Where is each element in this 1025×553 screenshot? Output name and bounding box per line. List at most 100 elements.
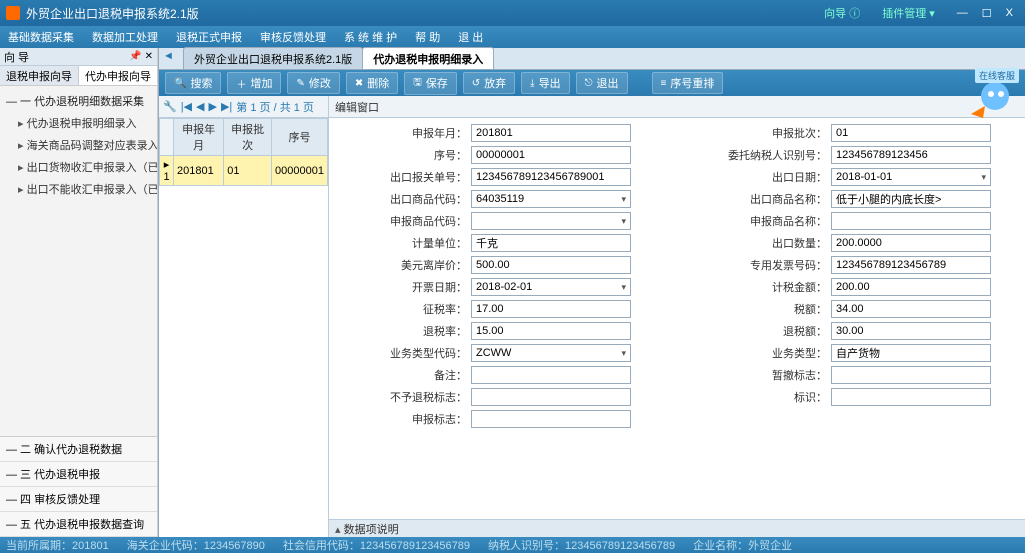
tree-item-hs[interactable]: 海关商品码调整对应表录入 — [2, 134, 155, 156]
lbl-spmc: 出口商品名称： — [691, 191, 831, 207]
resequence-button[interactable]: ≡序号重排 — [652, 72, 724, 94]
input-cksl[interactable] — [831, 234, 991, 252]
input-tsl[interactable] — [471, 322, 631, 340]
window-max[interactable]: ☐ — [976, 7, 998, 20]
menu-help[interactable]: 帮 助 — [415, 29, 440, 45]
step-audit[interactable]: — 四 审核反馈处理 — [0, 487, 157, 512]
step-confirm[interactable]: — 二 确认代办退税数据 — [0, 437, 157, 462]
input-zcbz[interactable] — [831, 366, 991, 384]
window-min[interactable]: — — [951, 7, 974, 19]
input-tse[interactable] — [831, 322, 991, 340]
save-button[interactable]: 🖫保存 — [404, 72, 457, 95]
nav-tab-refund[interactable]: 退税申报向导 — [0, 66, 79, 85]
grid-page-label: 第 1 页 / 共 1 页 — [236, 99, 314, 115]
input-spmc[interactable] — [831, 190, 991, 208]
status-customs: 海关企业代码：1234567890 — [127, 537, 265, 553]
grid-last-icon[interactable]: ▶| — [221, 100, 232, 113]
lbl-sbdm: 申报商品代码： — [339, 213, 471, 229]
edit-button[interactable]: ✎修改 — [287, 72, 339, 94]
select-spdm[interactable]: 64035119▾ — [471, 190, 631, 208]
select-ywdm[interactable]: ZCWW▾ — [471, 344, 631, 362]
lbl-byts: 不予退税标志： — [339, 389, 471, 405]
tab-back-icon[interactable]: ◄ — [163, 50, 179, 66]
row-header-blank — [160, 119, 174, 156]
lbl-zcbz: 暂撤标志： — [691, 367, 831, 383]
nav-tab-agent[interactable]: 代办申报向导 — [79, 66, 158, 85]
input-sbnm[interactable] — [471, 124, 631, 142]
input-wtr[interactable] — [831, 146, 991, 164]
input-zyfp[interactable] — [831, 256, 991, 274]
menu-process[interactable]: 数据加工处理 — [92, 29, 158, 45]
app-icon — [6, 6, 20, 20]
discard-button[interactable]: ↺放弃 — [463, 72, 515, 94]
lbl-wtr: 委托纳税人识别号： — [691, 147, 831, 163]
select-ckrq[interactable]: 2018-01-01▾ — [831, 168, 991, 186]
step-declare[interactable]: — 三 代办退税申报 — [0, 462, 157, 487]
input-bz[interactable] — [471, 366, 631, 384]
cell-sbpc: 01 — [224, 156, 272, 186]
input-bgdh[interactable] — [471, 168, 631, 186]
row-indicator: ▸ 1 — [160, 156, 174, 186]
plugin-manage[interactable]: 插件管理 ▾ — [876, 5, 941, 21]
undo-icon: ↺ — [472, 78, 480, 89]
add-button[interactable]: ＋增加 — [227, 72, 281, 94]
input-zsl[interactable] — [471, 300, 631, 318]
step-query[interactable]: — 五 代办退税申报数据查询 — [0, 512, 157, 537]
lbl-spdm: 出口商品代码： — [339, 191, 471, 207]
lbl-cksl: 出口数量： — [691, 235, 831, 251]
status-social: 社会信用代码：123456789123456789 — [283, 537, 470, 553]
grid-first-icon[interactable]: |◀ — [181, 100, 192, 113]
tree-item-recv[interactable]: 出口货物收汇申报录入（已认定） — [2, 156, 155, 178]
table-row[interactable]: ▸ 1 201801 01 00000001 — [160, 156, 328, 186]
col-sbpc[interactable]: 申报批次 — [224, 119, 272, 156]
input-ywlx[interactable] — [831, 344, 991, 362]
lbl-ckrq: 出口日期： — [691, 169, 831, 185]
input-mylaj[interactable] — [471, 256, 631, 274]
menu-exit[interactable]: 退 出 — [458, 29, 483, 45]
input-jldw[interactable] — [471, 234, 631, 252]
data-desc-toggle[interactable]: 数据项说明 — [335, 521, 399, 537]
menu-declare[interactable]: 退税正式申报 — [176, 29, 242, 45]
doc-tab-detail[interactable]: 代办退税申报明细录入 — [362, 47, 494, 69]
cell-xh: 00000001 — [272, 156, 328, 186]
doc-tab-home[interactable]: 外贸企业出口退税申报系统2.1版 — [183, 47, 363, 69]
menu-audit[interactable]: 审核反馈处理 — [260, 29, 326, 45]
tree-item-detail[interactable]: 代办退税申报明细录入 — [2, 112, 155, 134]
input-sbpc[interactable] — [831, 124, 991, 142]
menu-system[interactable]: 系 统 维 护 — [344, 29, 397, 45]
menu-basic[interactable]: 基础数据采集 — [8, 29, 74, 45]
select-sbdm[interactable]: ▾ — [471, 212, 631, 230]
export-button[interactable]: ⤓导出 — [521, 72, 569, 94]
lbl-bgdh: 出口报关单号： — [339, 169, 471, 185]
lbl-jldw: 计量单位： — [339, 235, 471, 251]
input-jsje[interactable] — [831, 278, 991, 296]
col-xh[interactable]: 序号 — [272, 119, 328, 156]
input-sbbz[interactable] — [471, 410, 631, 428]
guide-link[interactable]: 向导 ⓘ — [818, 5, 866, 21]
grid-config-icon[interactable]: 🔧 — [163, 100, 177, 113]
tree-item-norecv[interactable]: 出口不能收汇申报录入（已认定） — [2, 178, 155, 200]
search-button[interactable]: 🔍搜索 — [165, 72, 221, 94]
select-kprq[interactable]: 2018-02-01▾ — [471, 278, 631, 296]
grid-next-icon[interactable]: ▶ — [209, 100, 217, 113]
window-close[interactable]: X — [1000, 7, 1019, 19]
nav-pin[interactable]: 📌 ✕ — [129, 51, 153, 62]
input-se[interactable] — [831, 300, 991, 318]
grid-prev-icon[interactable]: ◀ — [196, 100, 204, 113]
input-xh[interactable] — [471, 146, 631, 164]
exit-button[interactable]: ⎋退出 — [576, 72, 628, 94]
input-sbmc[interactable] — [831, 212, 991, 230]
lbl-sbnm: 申报年月： — [339, 125, 471, 141]
col-sbnm[interactable]: 申报年月 — [174, 119, 224, 156]
input-byts[interactable] — [471, 388, 631, 406]
edit-icon: ✎ — [296, 78, 304, 89]
lbl-ywlx: 业务类型： — [691, 345, 831, 361]
list-icon: ≡ — [661, 78, 667, 89]
status-period: 当前所属期：201801 — [6, 537, 109, 553]
input-flag[interactable] — [831, 388, 991, 406]
exit-icon: ⎋ — [585, 78, 593, 89]
tree-group-1[interactable]: — 一 代办退税明细数据采集 — [2, 90, 155, 112]
chevron-down-icon: ▾ — [621, 194, 626, 205]
mascot-icon[interactable]: 在线客服 — [961, 70, 1021, 126]
delete-button[interactable]: ✖删除 — [346, 72, 398, 94]
